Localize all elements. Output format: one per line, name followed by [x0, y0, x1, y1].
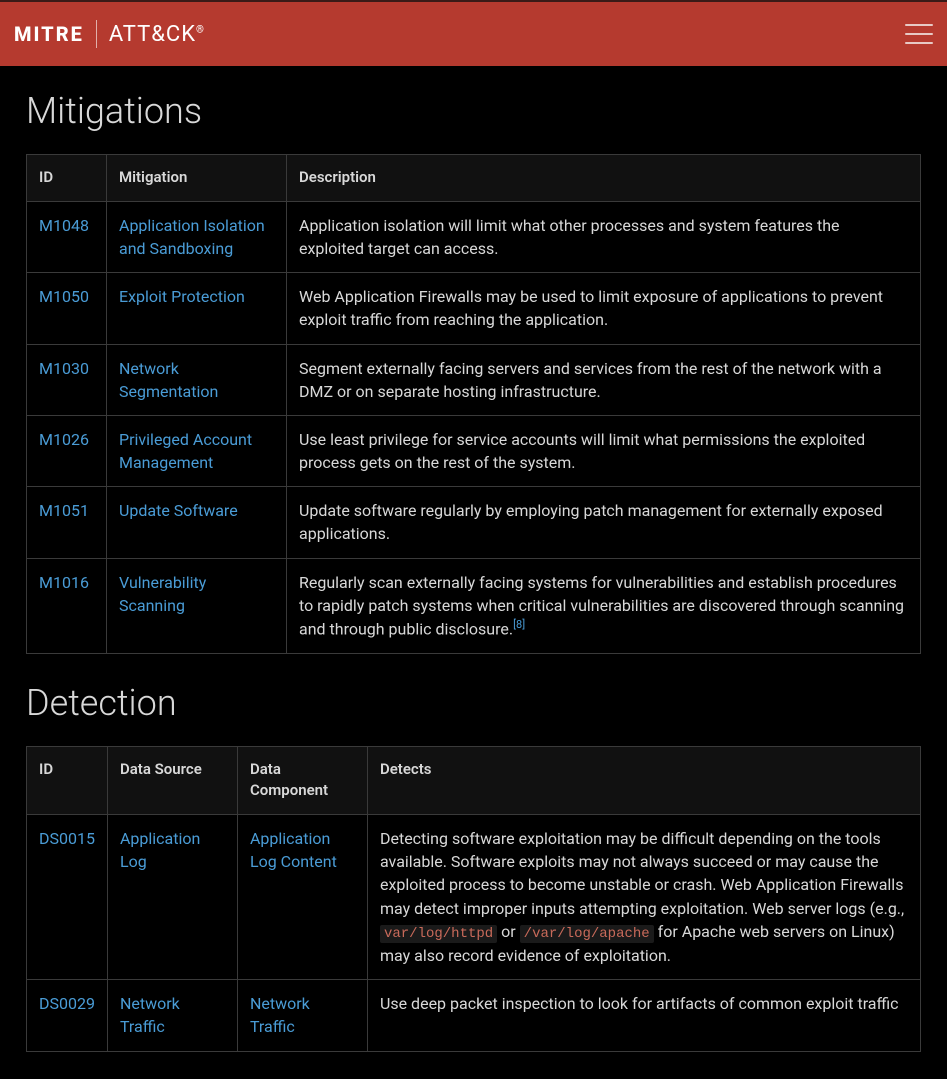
mitigation-description: Segment externally facing servers and se… — [287, 344, 921, 415]
table-row: M1050 Exploit Protection Web Application… — [27, 273, 921, 344]
mitigation-name-link[interactable]: Network Segmentation — [119, 359, 218, 401]
table-row: DS0015 Application Log Application Log C… — [27, 815, 921, 980]
col-datacomponent-header: Data Component — [237, 746, 367, 815]
table-header-row: ID Mitigation Description — [27, 155, 921, 202]
mitigation-description: Update software regularly by employing p… — [287, 487, 921, 558]
mitigation-name-link[interactable]: Application Isolation and Sandboxing — [119, 216, 265, 258]
logo-separator — [96, 20, 97, 48]
mitigations-table: ID Mitigation Description M1048 Applicat… — [26, 154, 921, 654]
mitigation-id-link[interactable]: M1050 — [39, 287, 89, 306]
log-path-code: var/log/httpd — [380, 925, 497, 943]
mitigation-description: Application isolation will limit what ot… — [287, 201, 921, 272]
logo-attack-text: ATT&CK® — [109, 22, 205, 47]
col-description-header: Description — [287, 155, 921, 202]
detection-table: ID Data Source Data Component Detects DS… — [26, 746, 921, 1052]
table-row: M1051 Update Software Update software re… — [27, 487, 921, 558]
datasource-id-link[interactable]: DS0029 — [39, 994, 95, 1013]
table-row: M1026 Privileged Account Management Use … — [27, 415, 921, 486]
log-path-code: /var/log/apache — [520, 925, 654, 943]
mitigation-description: Regularly scan externally facing systems… — [287, 558, 921, 653]
col-detects-header: Detects — [367, 746, 920, 815]
table-row: DS0029 Network Traffic Network Traffic U… — [27, 980, 921, 1051]
mitigation-name-link[interactable]: Privileged Account Management — [119, 430, 252, 472]
datacomponent-link[interactable]: Application Log Content — [250, 829, 337, 871]
datasource-id-link[interactable]: DS0015 — [39, 829, 95, 848]
mitigation-description: Web Application Firewalls may be used to… — [287, 273, 921, 344]
mitigation-id-link[interactable]: M1030 — [39, 359, 89, 378]
logo[interactable]: MITRE ATT&CK® — [14, 20, 205, 48]
mitigation-id-link[interactable]: M1048 — [39, 216, 89, 235]
detection-heading: Detection — [26, 682, 921, 724]
mitigation-name-link[interactable]: Update Software — [119, 501, 238, 520]
col-datasource-header: Data Source — [107, 746, 237, 815]
mitigation-id-link[interactable]: M1051 — [39, 501, 89, 520]
menu-toggle-icon[interactable] — [905, 24, 933, 44]
topbar: MITRE ATT&CK® — [0, 0, 947, 66]
datacomponent-link[interactable]: Network Traffic — [250, 994, 310, 1036]
detects-description: Use deep packet inspection to look for a… — [367, 980, 920, 1051]
datasource-name-link[interactable]: Application Log — [120, 829, 200, 871]
citation-link[interactable]: [8] — [513, 618, 525, 631]
detects-description: Detecting software exploitation may be d… — [367, 815, 920, 980]
table-row: M1030 Network Segmentation Segment exter… — [27, 344, 921, 415]
logo-mitre-text: MITRE — [14, 22, 84, 46]
col-id-header: ID — [27, 746, 108, 815]
mitigations-heading: Mitigations — [26, 90, 921, 132]
mitigation-name-link[interactable]: Exploit Protection — [119, 287, 245, 306]
mitigation-name-link[interactable]: Vulnerability Scanning — [119, 573, 206, 615]
table-row: M1016 Vulnerability Scanning Regularly s… — [27, 558, 921, 653]
mitigation-description: Use least privilege for service accounts… — [287, 415, 921, 486]
datasource-name-link[interactable]: Network Traffic — [120, 994, 180, 1036]
mitigation-id-link[interactable]: M1026 — [39, 430, 89, 449]
content-area: Mitigations ID Mitigation Description M1… — [0, 66, 947, 1052]
col-mitigation-header: Mitigation — [107, 155, 287, 202]
table-row: M1048 Application Isolation and Sandboxi… — [27, 201, 921, 272]
table-header-row: ID Data Source Data Component Detects — [27, 746, 921, 815]
col-id-header: ID — [27, 155, 107, 202]
mitigation-id-link[interactable]: M1016 — [39, 573, 89, 592]
